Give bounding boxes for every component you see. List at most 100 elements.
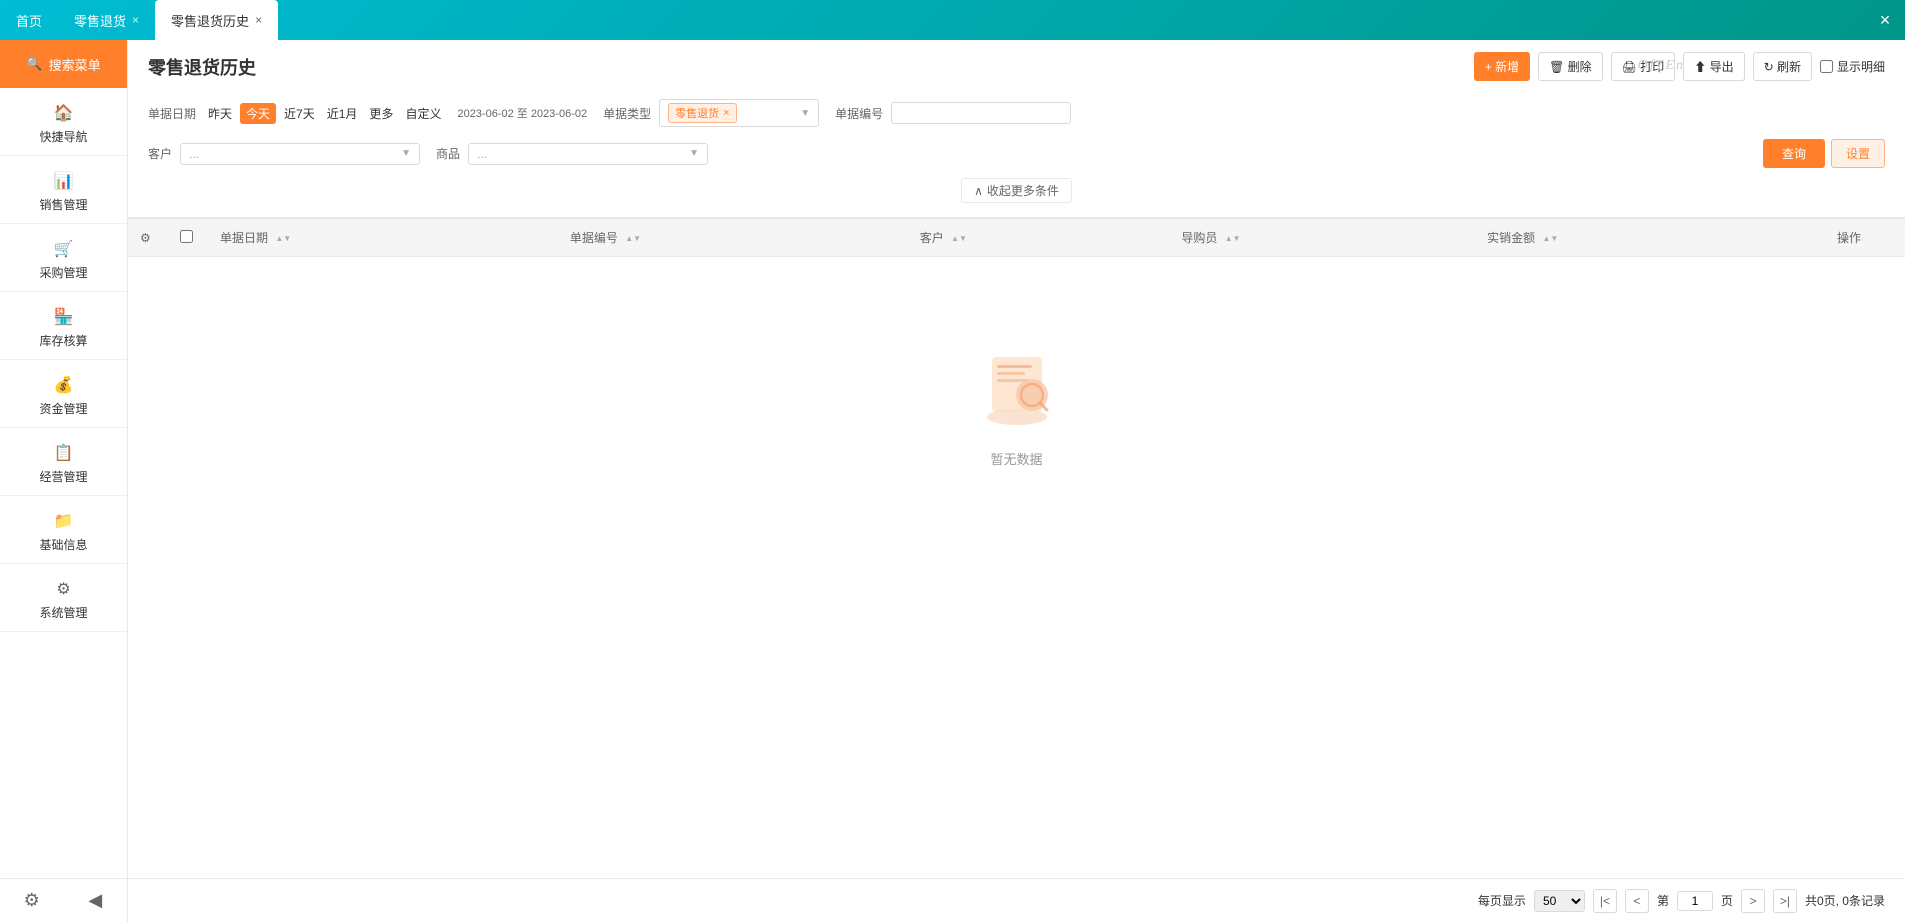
sidebar-icon-资金管理: 💰: [53, 374, 75, 396]
filter-row-1: 单据日期 昨天今天近7天近1月更多自定义 2023-06-02 至 2023-0…: [148, 93, 1885, 133]
customer-placeholder: ...: [189, 147, 199, 161]
brand-text: OfTEn: [1638, 58, 1685, 74]
filter-area: 单据日期 昨天今天近7天近1月更多自定义 2023-06-02 至 2023-0…: [148, 93, 1885, 217]
collapse-icon: ◀: [88, 890, 102, 911]
sidebar-label-快捷导航: 快捷导航: [39, 128, 87, 145]
customer-select[interactable]: ... ▼: [180, 143, 420, 165]
sort-arrows-date: ▲▼: [275, 234, 291, 243]
delete-button[interactable]: 🗑 删除: [1538, 52, 1603, 81]
sidebar-item-基础信息[interactable]: 📁 基础信息: [0, 496, 127, 564]
th-guide[interactable]: 导购员 ▲▼: [1169, 219, 1475, 257]
settings-filter-button[interactable]: 设置: [1831, 139, 1885, 168]
sidebar-item-库存核算[interactable]: 🏪库存核算: [0, 292, 127, 360]
chevron-down-icon: ▼: [800, 108, 810, 119]
goods-label: 商品: [436, 145, 460, 162]
tab-bar: 首页零售退货×零售退货历史×: [0, 0, 1865, 40]
date-opt-近1月[interactable]: 近1月: [323, 103, 362, 124]
sidebar-settings-button[interactable]: ⚙: [0, 879, 64, 922]
tab-首页[interactable]: 首页: [0, 0, 58, 40]
empty-text: 暂无数据: [990, 449, 1042, 468]
date-opt-近7天[interactable]: 近7天: [280, 103, 319, 124]
table-header: ⚙ 单据日期 ▲▼ 单据编号 ▲▼ 客户: [128, 219, 1905, 257]
sidebar-label-经营管理: 经营管理: [39, 468, 87, 485]
sidebar-icon-销售管理: 📊: [53, 170, 75, 192]
sidebar-collapse-button[interactable]: ◀: [64, 879, 128, 922]
next-page-button[interactable]: >: [1741, 889, 1765, 913]
last-page-button[interactable]: >|: [1773, 889, 1797, 913]
th-checkbox[interactable]: [168, 219, 208, 257]
doc-type-select[interactable]: 零售退货 × ▼: [659, 99, 819, 127]
query-button[interactable]: 查询: [1763, 139, 1825, 168]
sidebar-icon-系统管理: ⚙: [53, 578, 75, 600]
page-label: 第: [1657, 892, 1669, 909]
tab-close-零售退货[interactable]: ×: [132, 13, 139, 27]
doc-type-tag-close[interactable]: ×: [723, 107, 729, 119]
sort-arrows-amount: ▲▼: [1542, 234, 1558, 243]
pagination-bar: 每页显示 50 20 100 |< < 第 页 > >| 共0页, 0条记录: [128, 878, 1905, 922]
sidebar-item-销售管理[interactable]: 📊销售管理: [0, 156, 127, 224]
th-customer[interactable]: 客户 ▲▼: [908, 219, 1170, 257]
chevron-down-icon-goods: ▼: [689, 148, 699, 159]
add-button[interactable]: + 新增: [1474, 52, 1530, 81]
date-opt-自定义[interactable]: 自定义: [401, 103, 445, 124]
show-detail-checkbox[interactable]: [1820, 60, 1833, 73]
window-close-button[interactable]: ×: [1865, 0, 1905, 40]
th-date[interactable]: 单据日期 ▲▼: [208, 219, 558, 257]
th-doc-number[interactable]: 单据编号 ▲▼: [558, 219, 908, 257]
refresh-button[interactable]: ↻ 刷新: [1753, 52, 1812, 81]
sidebar-item-资金管理[interactable]: 💰 资金管理: [0, 360, 127, 428]
sidebar-label-系统管理: 系统管理: [39, 604, 87, 621]
sidebar-item-采购管理[interactable]: 🛒采购管理: [0, 224, 127, 292]
empty-state-row: 暂无数据: [128, 257, 1905, 549]
tab-零售退货[interactable]: 零售退货×: [58, 0, 155, 40]
th-action: 操作: [1825, 219, 1905, 257]
goods-select[interactable]: ... ▼: [468, 143, 708, 165]
select-all-checkbox[interactable]: [180, 230, 193, 243]
doc-type-label: 单据类型: [603, 105, 651, 122]
doc-number-label: 单据编号: [835, 105, 883, 122]
collapse-row: ∧ 收起更多条件: [148, 174, 1885, 207]
sidebar-bottom: ⚙ ◀: [0, 878, 127, 922]
table-body: 暂无数据: [128, 257, 1905, 549]
date-filter-label: 单据日期: [148, 105, 196, 122]
doc-type-tag-label: 零售退货: [675, 105, 719, 121]
prev-page-button[interactable]: <: [1625, 889, 1649, 913]
sidebar-label-资金管理: 资金管理: [39, 400, 87, 417]
date-opt-更多[interactable]: 更多: [365, 103, 397, 124]
show-detail-label: 显示明细: [1837, 58, 1885, 75]
th-gear[interactable]: ⚙: [128, 219, 168, 257]
export-button[interactable]: ⬆ 导出: [1683, 52, 1744, 81]
doc-type-filter-field: 单据类型 零售退货 × ▼: [603, 99, 819, 127]
sidebar-item-快捷导航[interactable]: 🏠快捷导航: [0, 88, 127, 156]
th-amount[interactable]: 实销金额 ▲▼: [1475, 219, 1825, 257]
date-opt-今天[interactable]: 今天: [240, 103, 276, 124]
page-size-label: 每页显示: [1478, 892, 1526, 909]
doc-type-tag: 零售退货 ×: [668, 103, 736, 123]
sidebar-label-库存核算: 库存核算: [39, 332, 87, 349]
empty-state-cell: 暂无数据: [128, 257, 1905, 549]
date-opt-昨天[interactable]: 昨天: [204, 103, 236, 124]
empty-icon: [967, 337, 1067, 437]
data-table: ⚙ 单据日期 ▲▼ 单据编号 ▲▼ 客户: [128, 219, 1905, 548]
tab-close-零售退货历史[interactable]: ×: [255, 13, 262, 27]
sort-arrows-customer: ▲▼: [951, 234, 967, 243]
sidebar-search-button[interactable]: 🔍 搜索菜单: [0, 40, 127, 88]
collapse-filter-button[interactable]: ∧ 收起更多条件: [961, 178, 1072, 203]
page-input[interactable]: [1677, 891, 1713, 911]
show-detail-checkbox-label[interactable]: 显示明细: [1820, 58, 1885, 75]
sidebar-icon-基础信息: 📁: [53, 510, 75, 532]
customer-label: 客户: [148, 145, 172, 162]
doc-number-input[interactable]: [891, 102, 1071, 124]
page-size-select[interactable]: 50 20 100: [1534, 890, 1585, 912]
first-page-button[interactable]: |<: [1593, 889, 1617, 913]
search-icon: 🔍: [26, 56, 42, 72]
filter-row-2: 客户 ... ▼ 商品 ... ▼: [148, 133, 1885, 174]
goods-filter-field: 商品 ... ▼: [436, 143, 708, 165]
tab-零售退货历史[interactable]: 零售退货历史×: [155, 0, 278, 40]
sidebar-item-经营管理[interactable]: 📋 经营管理: [0, 428, 127, 496]
collapse-filter-label: 收起更多条件: [987, 182, 1059, 199]
sidebar-item-系统管理[interactable]: ⚙ 系统管理: [0, 564, 127, 632]
sidebar-label-基础信息: 基础信息: [39, 536, 87, 553]
goods-placeholder: ...: [477, 147, 487, 161]
sidebar-icon-经营管理: 📋: [53, 442, 75, 464]
